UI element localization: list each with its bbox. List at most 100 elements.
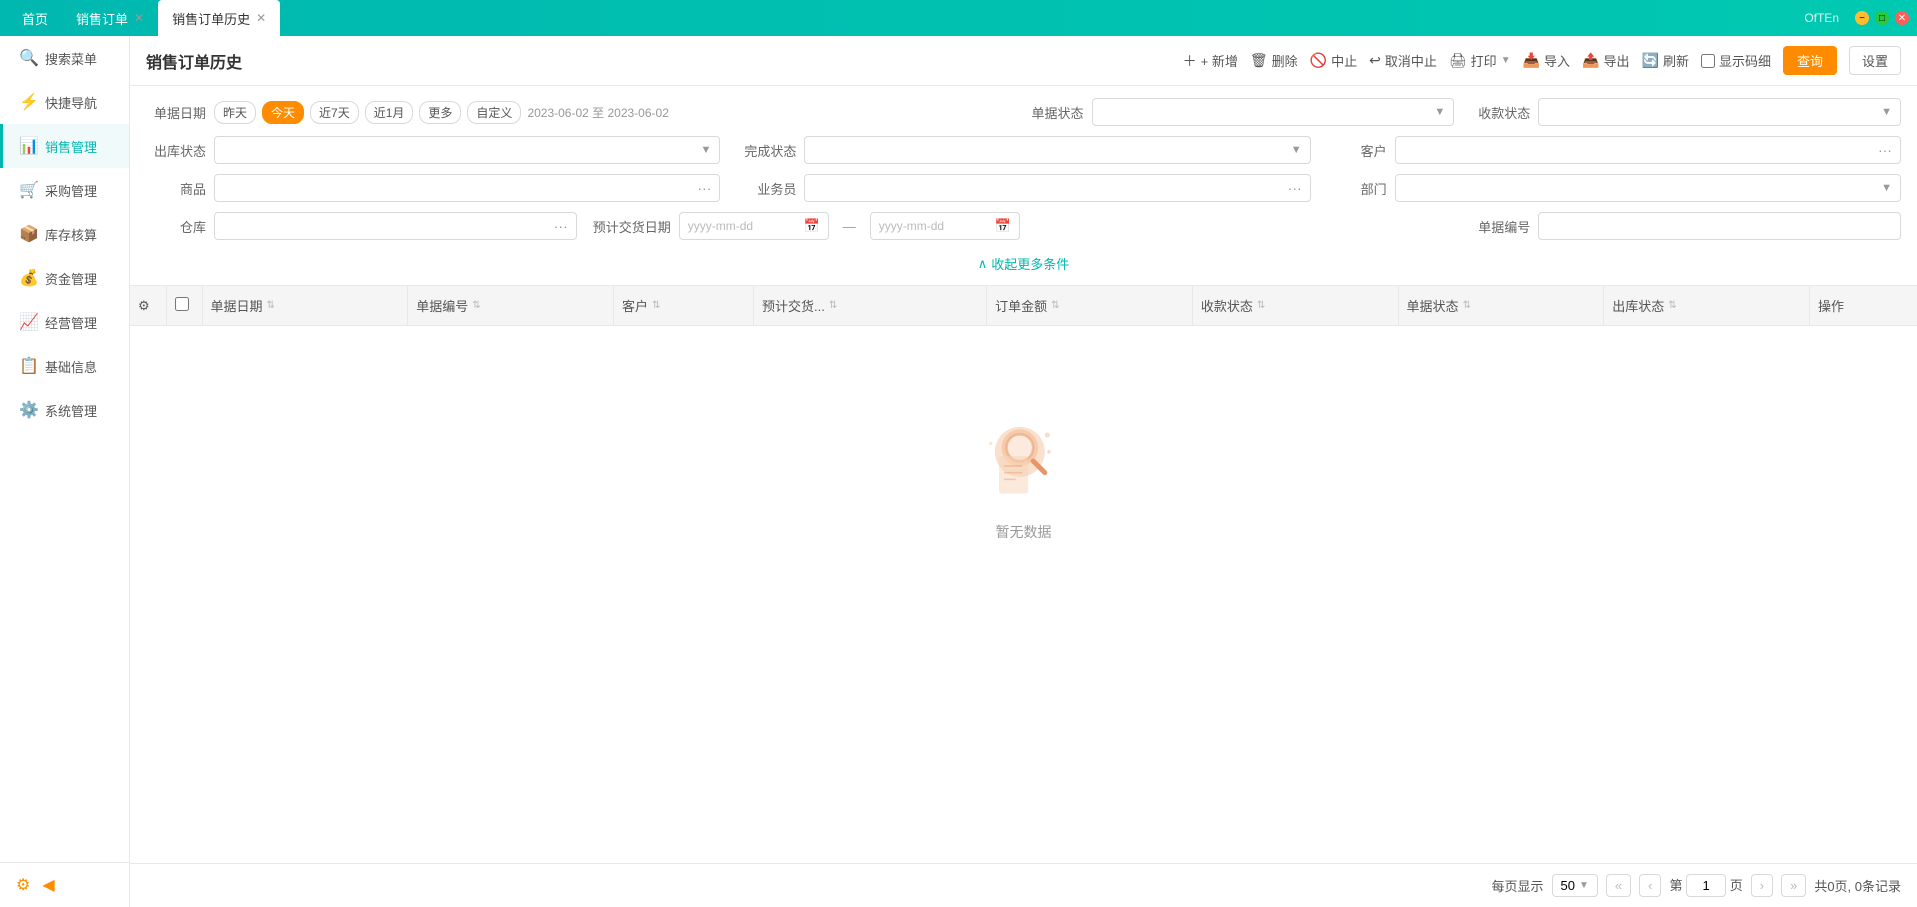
system-icon: ⚙️ (19, 400, 37, 420)
bill-no-input[interactable] (1538, 212, 1901, 240)
col-receipt-status[interactable]: 收款状态 ⇅ (1192, 286, 1398, 326)
total-record: 共0页, 0条记录 (1814, 876, 1901, 895)
basic-info-icon: 📋 (19, 356, 37, 376)
settings-col-header[interactable]: ⚙ (130, 286, 166, 326)
table-settings-icon[interactable]: ⚙ (138, 298, 150, 313)
sidebar-item-finance[interactable]: 💰 资金管理 (0, 256, 129, 300)
maximize-button[interactable]: □ (1875, 11, 1889, 25)
sort-delivery-icon: ⇅ (829, 300, 837, 311)
search-icon: 🔍 (19, 48, 37, 68)
sidebar-item-basic-info[interactable]: 📋 基础信息 (0, 344, 129, 388)
complete-status-select[interactable]: ▼ (804, 136, 1310, 164)
bill-status-arrow: ▼ (1434, 106, 1445, 118)
sidebar-item-search[interactable]: 🔍 搜索菜单 (0, 36, 129, 80)
filter-customer-item: 客户 ··· (1327, 136, 1901, 164)
filter-row-1: 单据日期 昨天 今天 近7天 近1月 更多 自定义 2023-06-02 至 2… (146, 98, 1901, 126)
tab-sales-order[interactable]: 销售订单 ✕ (62, 0, 158, 36)
page-number-input[interactable] (1686, 874, 1726, 897)
customer-dots: ··· (1878, 142, 1892, 158)
close-window-button[interactable]: ✕ (1895, 11, 1909, 25)
out-status-select[interactable]: ▼ (214, 136, 720, 164)
empty-illustration (974, 406, 1074, 506)
prev-page-button[interactable]: ‹ (1639, 874, 1661, 897)
purchase-icon: 🛒 (19, 180, 37, 200)
bill-status-label: 单据状态 (1024, 103, 1084, 122)
salesperson-input[interactable]: ··· (804, 174, 1310, 202)
sidebar-item-inventory[interactable]: 📦 库存核算 (0, 212, 129, 256)
date-btn-7days[interactable]: 近7天 (310, 101, 359, 124)
sidebar-item-system[interactable]: ⚙️ 系统管理 (0, 388, 129, 432)
sales-icon: 📊 (19, 136, 37, 156)
minimize-button[interactable]: − (1855, 11, 1869, 25)
page-title: 销售订单历史 (146, 49, 242, 73)
operations-icon: 📈 (19, 312, 37, 332)
cancel-stop-button[interactable]: ↩ 取消中止 (1369, 51, 1437, 70)
stop-button[interactable]: 🚫 中止 (1310, 51, 1357, 70)
col-amount[interactable]: 订单金额 ⇅ (987, 286, 1193, 326)
delete-button[interactable]: 🗑 删除 (1250, 51, 1298, 70)
close-tab-sales-order-icon[interactable]: ✕ (134, 11, 144, 25)
calendar-end-icon: 📅 (995, 218, 1011, 234)
dept-arrow: ▼ (1881, 182, 1892, 194)
last-page-button[interactable]: » (1781, 874, 1806, 897)
sidebar-item-purchase[interactable]: 🛒 采购管理 (0, 168, 129, 212)
import-button[interactable]: 📥 导入 (1523, 51, 1570, 70)
date-btn-1month[interactable]: 近1月 (365, 101, 414, 124)
page-size-select[interactable]: 50 ▼ (1552, 874, 1598, 897)
sidebar-item-quick-nav[interactable]: ⚡ 快捷导航 (0, 80, 129, 124)
display-cols-checkbox-label[interactable]: 显示码细 (1701, 51, 1771, 70)
expected-date-start[interactable]: yyyy-mm-dd 📅 (679, 212, 829, 240)
first-page-button[interactable]: « (1606, 874, 1631, 897)
bill-status-select[interactable]: ▼ (1092, 98, 1455, 126)
date-btn-today[interactable]: 今天 (262, 101, 304, 124)
goods-input[interactable]: ··· (214, 174, 720, 202)
col-date[interactable]: 单据日期 ⇅ (202, 286, 408, 326)
warehouse-input[interactable]: ··· (214, 212, 577, 240)
close-tab-history-icon[interactable]: ✕ (256, 11, 266, 25)
out-status-label: 出库状态 (146, 141, 206, 160)
collapse-more-btn[interactable]: ∧ 收起更多条件 (146, 250, 1901, 273)
col-bill-status[interactable]: 单据状态 ⇅ (1398, 286, 1604, 326)
col-bill-no[interactable]: 单据编号 ⇅ (408, 286, 614, 326)
col-out-status[interactable]: 出库状态 ⇅ (1604, 286, 1810, 326)
expected-date-end[interactable]: yyyy-mm-dd 📅 (870, 212, 1020, 240)
toolbar: ＋ + 新增 🗑 删除 🚫 中止 ↩ 取消中止 (1183, 46, 1901, 75)
often-label: OfTEn (1804, 11, 1839, 25)
layout: 🔍 搜索菜单 ⚡ 快捷导航 📊 销售管理 🛒 采购管理 📦 库存核算 💰 资金管… (0, 36, 1917, 907)
collapse-sidebar-icon[interactable]: ◀ (42, 875, 54, 895)
goods-dots: ··· (697, 180, 711, 196)
new-button[interactable]: ＋ + 新增 (1183, 51, 1238, 71)
receipt-status-arrow: ▼ (1881, 106, 1892, 118)
goods-label: 商品 (146, 179, 206, 198)
sort-amount-icon: ⇅ (1051, 300, 1059, 311)
customer-input[interactable]: ··· (1395, 136, 1901, 164)
col-expected-delivery[interactable]: 预计交货... ⇅ (753, 286, 986, 326)
select-all-checkbox[interactable] (175, 297, 189, 311)
col-customer[interactable]: 客户 ⇅ (613, 286, 753, 326)
top-bar: 首页 销售订单 ✕ 销售订单历史 ✕ OfTEn − □ ✕ (0, 0, 1917, 36)
sidebar: 🔍 搜索菜单 ⚡ 快捷导航 📊 销售管理 🛒 采购管理 📦 库存核算 💰 资金管… (0, 36, 130, 907)
sidebar-item-operations[interactable]: 📈 经营管理 (0, 300, 129, 344)
display-cols-checkbox[interactable] (1701, 54, 1715, 68)
date-btn-custom[interactable]: 自定义 (467, 101, 521, 124)
checkbox-col-header[interactable] (166, 286, 202, 326)
query-button[interactable]: 查询 (1783, 46, 1837, 75)
expected-date-label: 预计交货日期 (593, 217, 671, 236)
filter-row-4: 仓库 ··· 预计交货日期 yyyy-mm-dd 📅 — yyy (146, 212, 1901, 240)
next-page-button[interactable]: › (1751, 874, 1773, 897)
sidebar-item-sales[interactable]: 📊 销售管理 (0, 124, 129, 168)
print-icon: 🖨 (1449, 52, 1467, 69)
settings-button[interactable]: 设置 (1849, 46, 1901, 75)
date-btn-yesterday[interactable]: 昨天 (214, 101, 256, 124)
dept-select[interactable]: ▼ (1395, 174, 1901, 202)
date-btn-more[interactable]: 更多 (419, 101, 461, 124)
dept-label: 部门 (1327, 179, 1387, 198)
receipt-status-select[interactable]: ▼ (1538, 98, 1901, 126)
cancel-stop-icon: ↩ (1369, 52, 1381, 69)
export-button[interactable]: 📤 导出 (1582, 51, 1629, 70)
print-button[interactable]: 🖨 打印 ▼ (1449, 51, 1511, 70)
settings-bottom-icon[interactable]: ⚙ (16, 875, 30, 895)
refresh-button[interactable]: 🔄 刷新 (1642, 51, 1689, 70)
tab-home[interactable]: 首页 (8, 0, 62, 36)
tab-sales-history[interactable]: 销售订单历史 ✕ (158, 0, 280, 36)
